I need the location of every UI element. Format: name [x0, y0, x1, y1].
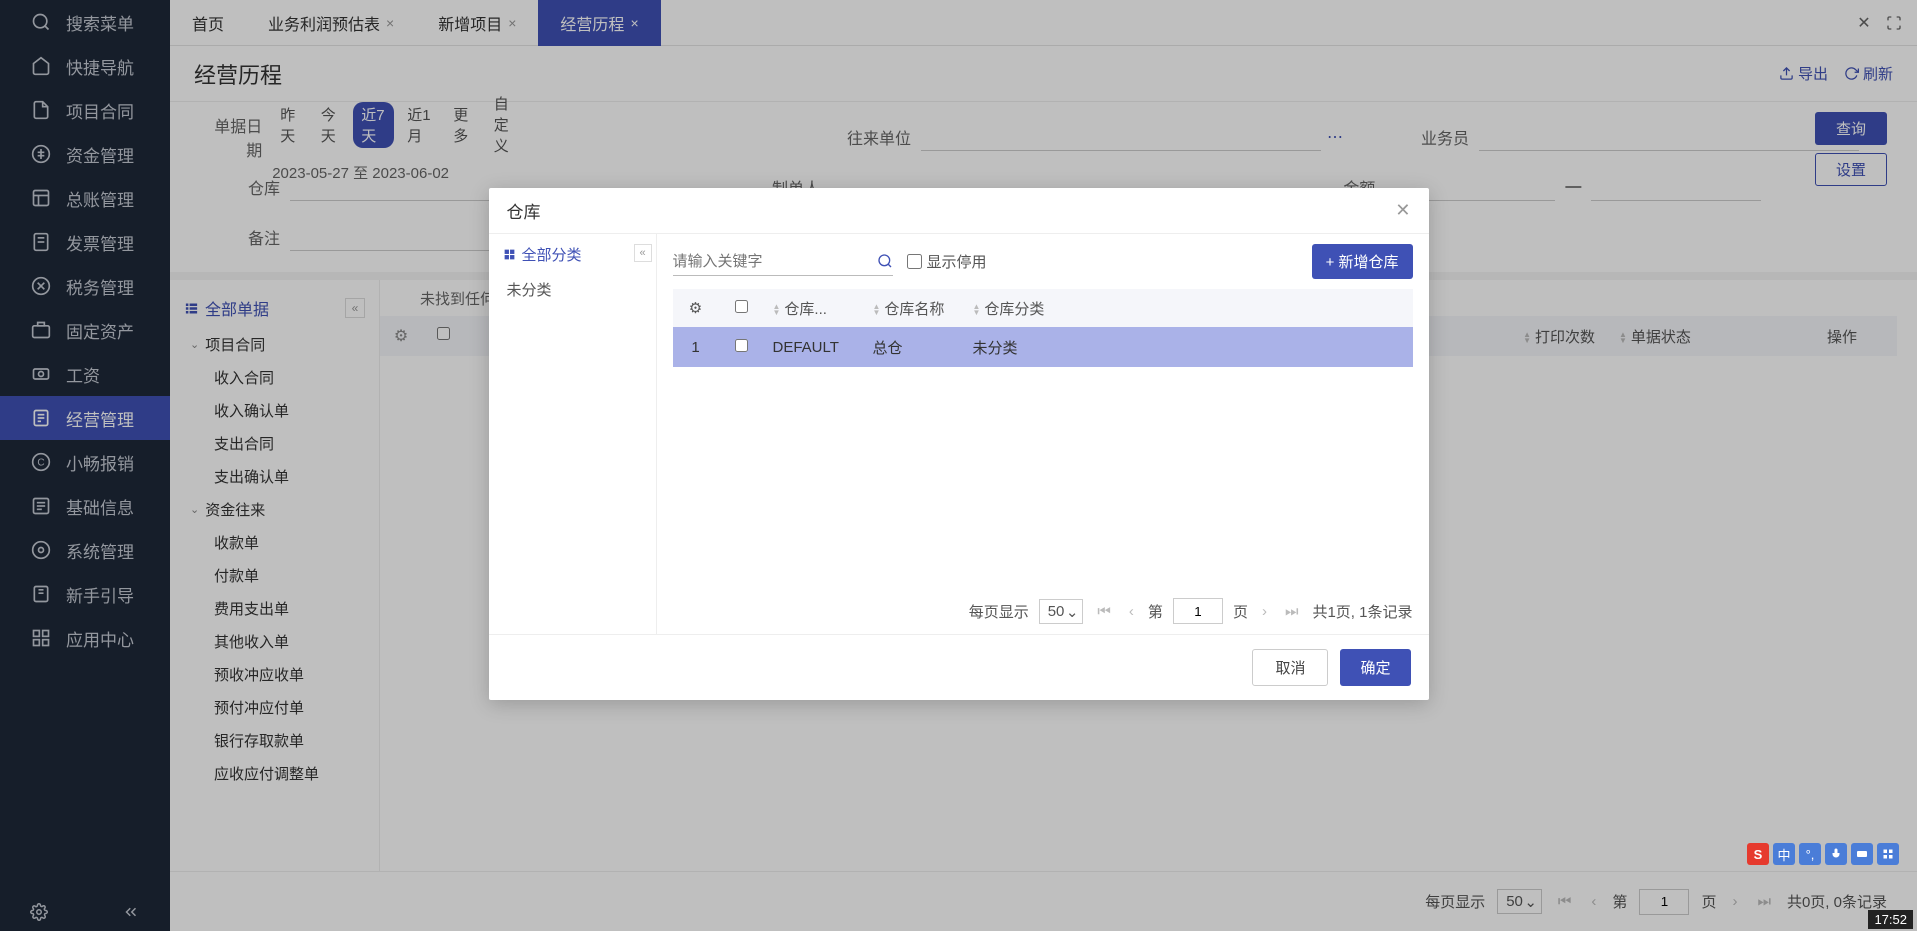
confirm-button[interactable]: 确定	[1340, 649, 1410, 686]
modal-close-button[interactable]: ✕	[1395, 200, 1410, 221]
modal-next-page[interactable]: ›	[1258, 603, 1271, 620]
modal-category-panel: 全部分类 « 未分类	[489, 234, 657, 634]
table-row[interactable]: 1 DEFAULT 总仓 未分类	[673, 327, 1413, 367]
modal-select-all-checkbox[interactable]	[735, 300, 748, 313]
modal-first-page[interactable]: ⏮	[1093, 603, 1115, 620]
modal-per-page-select[interactable]: 50 ⌄	[1039, 599, 1084, 624]
ime-logo-icon[interactable]: S	[1747, 843, 1769, 865]
modal-title: 仓库	[507, 198, 541, 223]
modal-overlay[interactable]: 仓库 ✕ 全部分类 « 未分类	[0, 0, 1917, 931]
modal-pagination: 每页显示 50 ⌄ ⏮ ‹ 第 页 › ⏭ 共1页, 1条记录	[657, 592, 1429, 634]
col-warehouse-code[interactable]: ▲▼仓库...	[765, 298, 865, 319]
ime-voice-icon[interactable]	[1825, 843, 1847, 865]
col-warehouse-category[interactable]: ▲▼仓库分类	[965, 298, 1413, 319]
modal-page-input[interactable]	[1173, 598, 1223, 624]
modal-table-settings-icon[interactable]: ⚙	[673, 299, 719, 317]
ime-lang-icon[interactable]: 中	[1773, 843, 1795, 865]
modal-table-header: ⚙ ▲▼仓库... ▲▼仓库名称 ▲▼仓库分类	[673, 289, 1413, 327]
modal-last-page[interactable]: ⏭	[1281, 603, 1303, 620]
system-clock: 17:52	[1868, 910, 1913, 929]
category-uncategorized[interactable]: 未分类	[503, 265, 642, 314]
add-warehouse-button[interactable]: + 新增仓库	[1312, 244, 1413, 279]
modal-search	[673, 247, 893, 276]
modal-prev-page[interactable]: ‹	[1125, 603, 1138, 620]
row-checkbox[interactable]	[735, 339, 748, 352]
cancel-button[interactable]: 取消	[1252, 649, 1328, 686]
category-collapse-icon[interactable]: «	[634, 244, 652, 262]
modal-search-input[interactable]	[673, 247, 877, 275]
ime-settings-icon[interactable]	[1877, 843, 1899, 865]
search-icon[interactable]	[877, 253, 893, 269]
ime-toolbar: S 中 °,	[1747, 843, 1899, 865]
ime-punct-icon[interactable]: °,	[1799, 843, 1821, 865]
ime-keyboard-icon[interactable]	[1851, 843, 1873, 865]
col-warehouse-name[interactable]: ▲▼仓库名称	[865, 298, 965, 319]
show-disabled-checkbox[interactable]: 显示停用	[907, 251, 987, 272]
grid-icon	[503, 248, 516, 261]
all-categories-item[interactable]: 全部分类	[503, 244, 642, 265]
warehouse-modal: 仓库 ✕ 全部分类 « 未分类	[489, 188, 1429, 700]
